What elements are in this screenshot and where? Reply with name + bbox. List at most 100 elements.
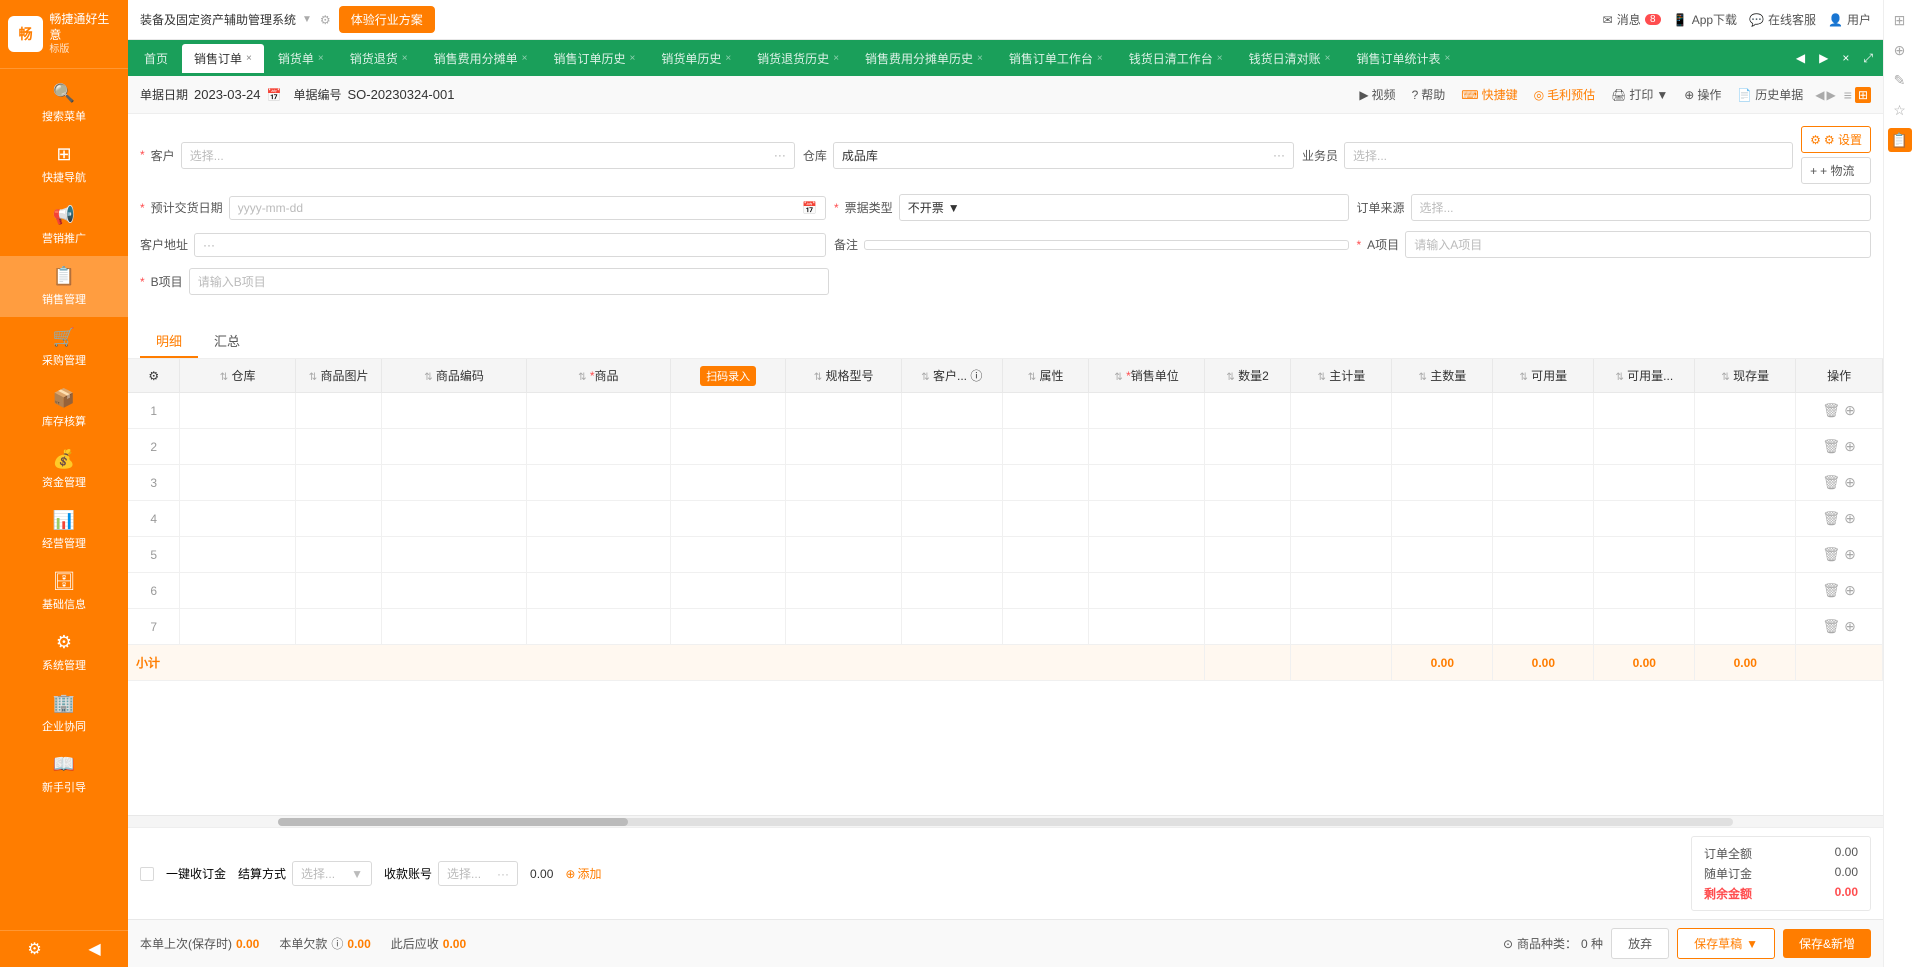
row-copy-icon[interactable]: ⊕ — [1844, 438, 1856, 455]
th-code[interactable]: ⇅ 商品编码 — [382, 359, 526, 393]
th-warehouse[interactable]: ⇅ 仓库 — [180, 359, 295, 393]
address-input[interactable]: ··· — [194, 233, 826, 257]
nav-tab-4[interactable]: 销售费用分摊单× — [422, 44, 540, 73]
staff-input[interactable]: 选择... — [1344, 142, 1793, 169]
tabs-max-btn[interactable]: ⤢ — [1857, 47, 1879, 70]
row-copy-icon[interactable]: ⊕ — [1844, 582, 1856, 599]
add-payment-btn[interactable]: ⊕ 添加 — [565, 865, 601, 882]
remark-input[interactable] — [864, 240, 1348, 250]
row-copy-icon[interactable]: ⊕ — [1844, 618, 1856, 635]
th-avail2[interactable]: ⇅ 可用量... — [1594, 359, 1695, 393]
right-panel-btn-4[interactable]: ☆ — [1888, 98, 1912, 122]
nav-tab-9[interactable]: 销售订单工作台× — [997, 44, 1115, 73]
gear-icon[interactable]: ⚙ — [320, 13, 331, 27]
th-customer-code[interactable]: ⇅ 客户... ⓘ — [901, 359, 1002, 393]
tabs-prev-arrow[interactable]: ◀ — [1790, 47, 1811, 69]
sidebar-item-system[interactable]: ⚙系统管理 — [0, 622, 128, 683]
nav-tab-12[interactable]: 销售订单统计表× — [1344, 44, 1462, 73]
material-button[interactable]: + + 物流 — [1801, 157, 1871, 184]
one-click-checkbox[interactable] — [140, 867, 154, 881]
row-delete-icon[interactable]: 🗑 — [1822, 618, 1840, 635]
discard-button[interactable]: 放弃 — [1611, 928, 1669, 959]
history-btn[interactable]: 📄 历史单据 — [1733, 84, 1807, 105]
row-copy-icon[interactable]: ⊕ — [1844, 474, 1856, 491]
sidebar-item-quick-nav[interactable]: ⊞快捷导航 — [0, 134, 128, 195]
sidebar-item-operations[interactable]: 📊经营管理 — [0, 500, 128, 561]
order-source-input[interactable]: 选择... — [1411, 194, 1871, 221]
th-main-qty[interactable]: ⇅ 主数量 — [1392, 359, 1493, 393]
online-support-btn[interactable]: 💬 在线客服 — [1749, 11, 1816, 28]
sidebar-item-purchase[interactable]: 🛒采购管理 — [0, 317, 128, 378]
sidebar-item-sales[interactable]: 📋销售管理 — [0, 256, 128, 317]
right-panel-btn-5[interactable]: 📋 — [1888, 128, 1912, 152]
th-attr[interactable]: ⇅ 属性 — [1002, 359, 1089, 393]
next-arrow[interactable]: ▶ — [1827, 88, 1836, 102]
right-panel-btn-1[interactable]: ⊞ — [1888, 8, 1912, 32]
nav-tab-8[interactable]: 销售费用分摊单历史× — [853, 44, 995, 73]
list-view-btn[interactable]: ≡ — [1844, 87, 1852, 103]
th-avail[interactable]: ⇅ 可用量 — [1493, 359, 1594, 393]
right-panel-btn-3[interactable]: ✎ — [1888, 68, 1912, 92]
tabs-close-btn[interactable]: × — [1836, 47, 1855, 69]
sidebar-item-search[interactable]: 🔍搜索菜单 — [0, 73, 128, 134]
row-delete-icon[interactable]: 🗑 — [1822, 402, 1840, 419]
calendar-icon[interactable]: 📅 — [267, 88, 282, 102]
horizontal-scrollbar[interactable] — [128, 815, 1883, 827]
sidebar-item-base[interactable]: 🗄基础信息 — [0, 561, 128, 622]
tab-summary[interactable]: 汇总 — [198, 325, 256, 358]
th-spec[interactable]: ⇅ 规格型号 — [786, 359, 901, 393]
row-copy-icon[interactable]: ⊕ — [1844, 546, 1856, 563]
nav-tab-6[interactable]: 销货单历史× — [649, 44, 743, 73]
help-btn[interactable]: ? 帮助 — [1408, 84, 1450, 105]
nav-tab-11[interactable]: 钱货日清对账× — [1237, 44, 1343, 73]
a-project-input[interactable]: 请输入A项目 — [1405, 231, 1871, 258]
print-btn[interactable]: 🖨 打印 ▼ — [1607, 84, 1672, 105]
row-delete-icon[interactable]: 🗑 — [1822, 510, 1840, 527]
bank-select[interactable]: 选择... ··· — [438, 861, 518, 886]
nav-tab-2[interactable]: 销货单× — [266, 44, 336, 73]
solution-button[interactable]: 体验行业方案 — [339, 6, 435, 33]
tabs-next-arrow[interactable]: ▶ — [1813, 47, 1834, 69]
payment-method-select[interactable]: 选择... ▼ — [292, 861, 372, 886]
nav-tab-5[interactable]: 销售订单历史× — [541, 44, 647, 73]
row-copy-icon[interactable]: ⊕ — [1844, 510, 1856, 527]
nav-tab-10[interactable]: 钱货日清工作台× — [1117, 44, 1235, 73]
sidebar-settings-btn[interactable]: ⚙ — [27, 939, 41, 959]
right-panel-btn-2[interactable]: ⊕ — [1888, 38, 1912, 62]
th-qty2[interactable]: ⇅ 数量2 — [1204, 359, 1291, 393]
sidebar-item-finance[interactable]: 💰资金管理 — [0, 439, 128, 500]
profit-btn[interactable]: ◎ 毛利预估 — [1530, 84, 1600, 105]
warehouse-input[interactable]: 成品库 ··· — [833, 142, 1294, 169]
row-delete-icon[interactable]: 🗑 — [1822, 474, 1840, 491]
b-project-input[interactable]: 请输入B项目 — [189, 268, 830, 295]
sidebar-item-guide[interactable]: 📖新手引导 — [0, 744, 128, 805]
th-stock[interactable]: ⇅ 现存量 — [1695, 359, 1796, 393]
row-delete-icon[interactable]: 🗑 — [1822, 546, 1840, 563]
sidebar-item-inventory[interactable]: 📦库存核算 — [0, 378, 128, 439]
scan-button[interactable]: 扫码录入 — [700, 366, 756, 386]
row-delete-icon[interactable]: 🗑 — [1822, 582, 1840, 599]
customer-input[interactable]: 选择... ··· — [181, 142, 795, 169]
prev-arrow[interactable]: ◀ — [1815, 88, 1824, 102]
message-btn[interactable]: ✉ 消息 8 — [1603, 11, 1661, 28]
th-unit[interactable]: ⇅ *销售单位 — [1089, 359, 1204, 393]
row-copy-icon[interactable]: ⊕ — [1844, 402, 1856, 419]
grid-view-btn[interactable]: ⊞ — [1855, 87, 1871, 103]
th-product[interactable]: ⇅ *商品 — [526, 359, 670, 393]
tab-detail[interactable]: 明细 — [140, 325, 198, 358]
shortcut-btn[interactable]: ⌨ 快捷键 — [1457, 84, 1521, 105]
delivery-date-input[interactable]: yyyy-mm-dd 📅 — [229, 196, 826, 220]
nav-tab-0[interactable]: 首页 — [132, 44, 180, 73]
th-img[interactable]: ⇅ 商品图片 — [295, 359, 382, 393]
operate-btn[interactable]: ⊕ 操作 — [1680, 84, 1725, 105]
view-btn[interactable]: ▶ 视频 — [1355, 84, 1399, 105]
user-menu-btn[interactable]: 👤 用户 — [1828, 11, 1871, 28]
row-delete-icon[interactable]: 🗑 — [1822, 438, 1840, 455]
th-settings[interactable]: ⚙ — [128, 359, 180, 393]
nav-tab-3[interactable]: 销货退货× — [338, 44, 420, 73]
settings-button[interactable]: ⚙ ⚙ 设置 — [1801, 126, 1871, 153]
save-draft-button[interactable]: 保存草稿 ▼ — [1677, 928, 1775, 959]
invoice-type-select[interactable]: 不开票 ▼ — [899, 194, 1349, 221]
th-main-unit[interactable]: ⇅ 主计量 — [1291, 359, 1392, 393]
nav-tab-7[interactable]: 销货退货历史× — [745, 44, 851, 73]
